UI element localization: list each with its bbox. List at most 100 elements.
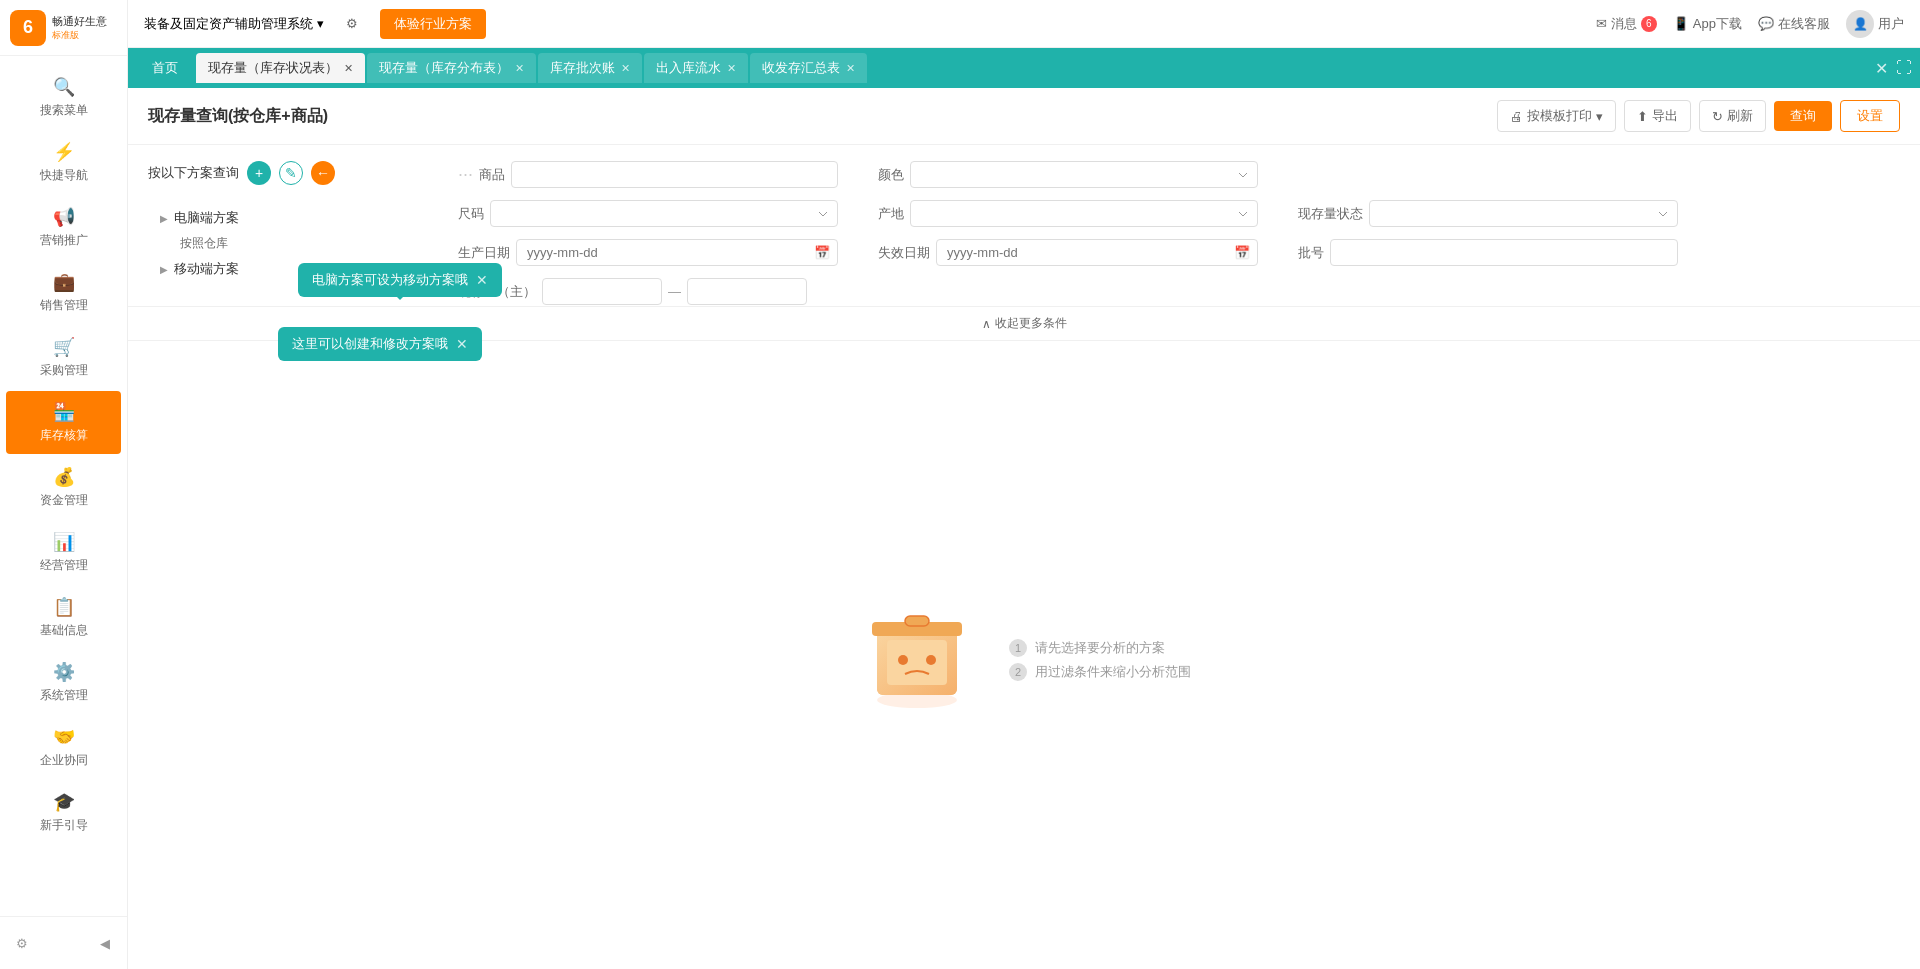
industry-btn[interactable]: 体验行业方案 [380,9,486,39]
sidebar-bottom: ⚙ ◀ [0,916,127,969]
system-dropdown[interactable]: 装备及固定资产辅助管理系统 ▾ [144,15,324,33]
tree-arrow-desktop: ▶ [160,213,168,224]
nav-label: 基础信息 [40,622,88,639]
stock-status-select[interactable] [1369,200,1678,227]
search-btn[interactable]: 查询 [1774,101,1832,131]
stock-main-from-input[interactable] [542,278,662,305]
print-btn[interactable]: 🖨 按模板打印 ▾ [1497,100,1616,132]
search-icon: 🔍 [53,76,75,98]
empty-step-1: 1 请先选择要分析的方案 [1009,639,1191,657]
goods-dots-icon[interactable]: ··· [458,164,473,185]
add-scheme-btn[interactable]: + [247,161,271,185]
sidebar-item-marketing[interactable]: 📢营销推广 [6,196,121,259]
sidebar-item-inventory[interactable]: 🏪库存核算 [6,391,121,454]
tab-close-inout-flow[interactable]: ✕ [727,62,736,75]
nav-label: 采购管理 [40,362,88,379]
tree-desktop-label: 电脑端方案 [174,209,239,227]
svg-rect-7 [905,616,929,626]
empty-svg [857,600,977,710]
support-label: 在线客服 [1778,15,1830,33]
filter-field-origin: 产地 [878,200,1258,227]
sidebar-item-sales[interactable]: 💼销售管理 [6,261,121,324]
exp-date-calendar-icon[interactable]: 📅 [1234,245,1250,260]
header-settings-btn[interactable]: ⚙ [336,8,368,40]
tab-close-inventory-dist[interactable]: ✕ [515,62,524,75]
nav-label: 经营管理 [40,557,88,574]
filter-row-3: 生产日期 📅 失效日期 📅 [458,239,1900,266]
sidebar-item-basic[interactable]: 📋基础信息 [6,586,121,649]
sidebar-logo: 6 畅通好生意 标准版 [0,0,127,56]
sidebar-item-purchase[interactable]: 🛒采购管理 [6,326,121,389]
tab-inout-flow[interactable]: 出入库流水 ✕ [644,53,748,83]
batch-input[interactable] [1330,239,1678,266]
system-icon: ⚙️ [53,661,75,683]
app-logo-icon: 6 [10,10,46,46]
filter-field-stock-status: 现存量状态 [1298,200,1678,227]
prod-date-input[interactable] [516,239,838,266]
color-select[interactable] [910,161,1258,188]
sidebar-item-quick[interactable]: ⚡快捷导航 [6,131,121,194]
create-tooltip: 这里可以创建和修改方案哦 ✕ [278,327,482,361]
user-action[interactable]: 👤 用户 [1846,10,1904,38]
nav-label: 企业协同 [40,752,88,769]
nav-label: 搜索菜单 [40,102,88,119]
sidebar-item-system[interactable]: ⚙️系统管理 [6,651,121,714]
page-actions: 🖨 按模板打印 ▾ ⬆ 导出 ↻ 刷新 查询 设置 [1497,100,1900,132]
exp-date-input[interactable] [936,239,1258,266]
sidebar-item-search[interactable]: 🔍 搜索菜单 [6,66,121,129]
tree-arrow-mobile: ▶ [160,264,168,275]
sidebar-item-collab[interactable]: 🤝企业协同 [6,716,121,779]
settings-bottom-btn[interactable]: ⚙ [6,927,38,959]
origin-label: 产地 [878,205,904,223]
msg-action[interactable]: ✉ 消息 6 [1596,15,1657,33]
sidebar-item-finance[interactable]: 💰资金管理 [6,456,121,519]
stock-main-to-input[interactable] [687,278,807,305]
tab-home[interactable]: 首页 [136,53,194,83]
prod-date-label: 生产日期 [458,244,510,262]
sidebar-item-business[interactable]: 📊经营管理 [6,521,121,584]
msg-label: 消息 [1611,15,1637,33]
collapse-sidebar-btn[interactable]: ◀ [89,927,121,959]
tab-close-all-btn[interactable]: ✕ [1875,59,1888,78]
scheme-tooltip-text: 电脑方案可设为移动方案哦 [312,271,468,289]
tab-close-batch-ledger[interactable]: ✕ [621,62,630,75]
color-label: 颜色 [878,166,904,184]
svg-rect-3 [887,640,947,685]
support-action[interactable]: 💬 在线客服 [1758,15,1830,33]
msg-icon: ✉ [1596,16,1607,31]
export-btn[interactable]: ⬆ 导出 [1624,100,1691,132]
prod-date-calendar-icon[interactable]: 📅 [814,245,830,260]
tab-close-collect-summary[interactable]: ✕ [846,62,855,75]
svg-point-5 [926,655,936,665]
msg-badge: 6 [1641,16,1657,32]
scheme-tooltip-close[interactable]: ✕ [476,272,488,288]
page-inner: 现存量查询(按仓库+商品) 🖨 按模板打印 ▾ ⬆ 导出 ↻ 刷新 [128,88,1920,969]
tab-close-inventory-status[interactable]: ✕ [344,62,353,75]
app-download-action[interactable]: 📱 App下载 [1673,15,1742,33]
size-select[interactable] [490,200,838,227]
edit-scheme-btn[interactable]: ✎ [279,161,303,185]
logo-text: 畅通好生意 标准版 [52,14,107,42]
refresh-btn[interactable]: ↻ 刷新 [1699,100,1766,132]
tab-inventory-status[interactable]: 现存量（库存状况表） ✕ [196,53,365,83]
tab-inventory-dist[interactable]: 现存量（库存分布表） ✕ [367,53,536,83]
quick-icon: ⚡ [53,141,75,163]
main-area: 装备及固定资产辅助管理系统 ▾ ⚙ 体验行业方案 ✉ 消息 6 📱 App下载 … [128,0,1920,969]
goods-input[interactable] [511,161,838,188]
collapse-btn[interactable]: ∧ 收起更多条件 [982,315,1067,332]
exp-date-label: 失效日期 [878,244,930,262]
settings-page-btn[interactable]: 设置 [1840,100,1900,132]
system-name: 装备及固定资产辅助管理系统 [144,15,313,33]
header-right: ✉ 消息 6 📱 App下载 💬 在线客服 👤 用户 [1596,10,1904,38]
origin-select[interactable] [910,200,1258,227]
create-tooltip-close[interactable]: ✕ [456,336,468,352]
filter-field-stock-main: 现存量（主） — [458,278,807,305]
tab-fullscreen-btn[interactable]: ⛶ [1896,59,1912,77]
tab-collect-summary[interactable]: 收发存汇总表 ✕ [750,53,867,83]
arrow-scheme-btn[interactable]: ← [311,161,335,185]
nav-label: 新手引导 [40,817,88,834]
tab-batch-ledger[interactable]: 库存批次账 ✕ [538,53,642,83]
empty-illustration [857,600,977,710]
size-label: 尺码 [458,205,484,223]
sidebar-item-guide[interactable]: 🎓新手引导 [6,781,121,844]
